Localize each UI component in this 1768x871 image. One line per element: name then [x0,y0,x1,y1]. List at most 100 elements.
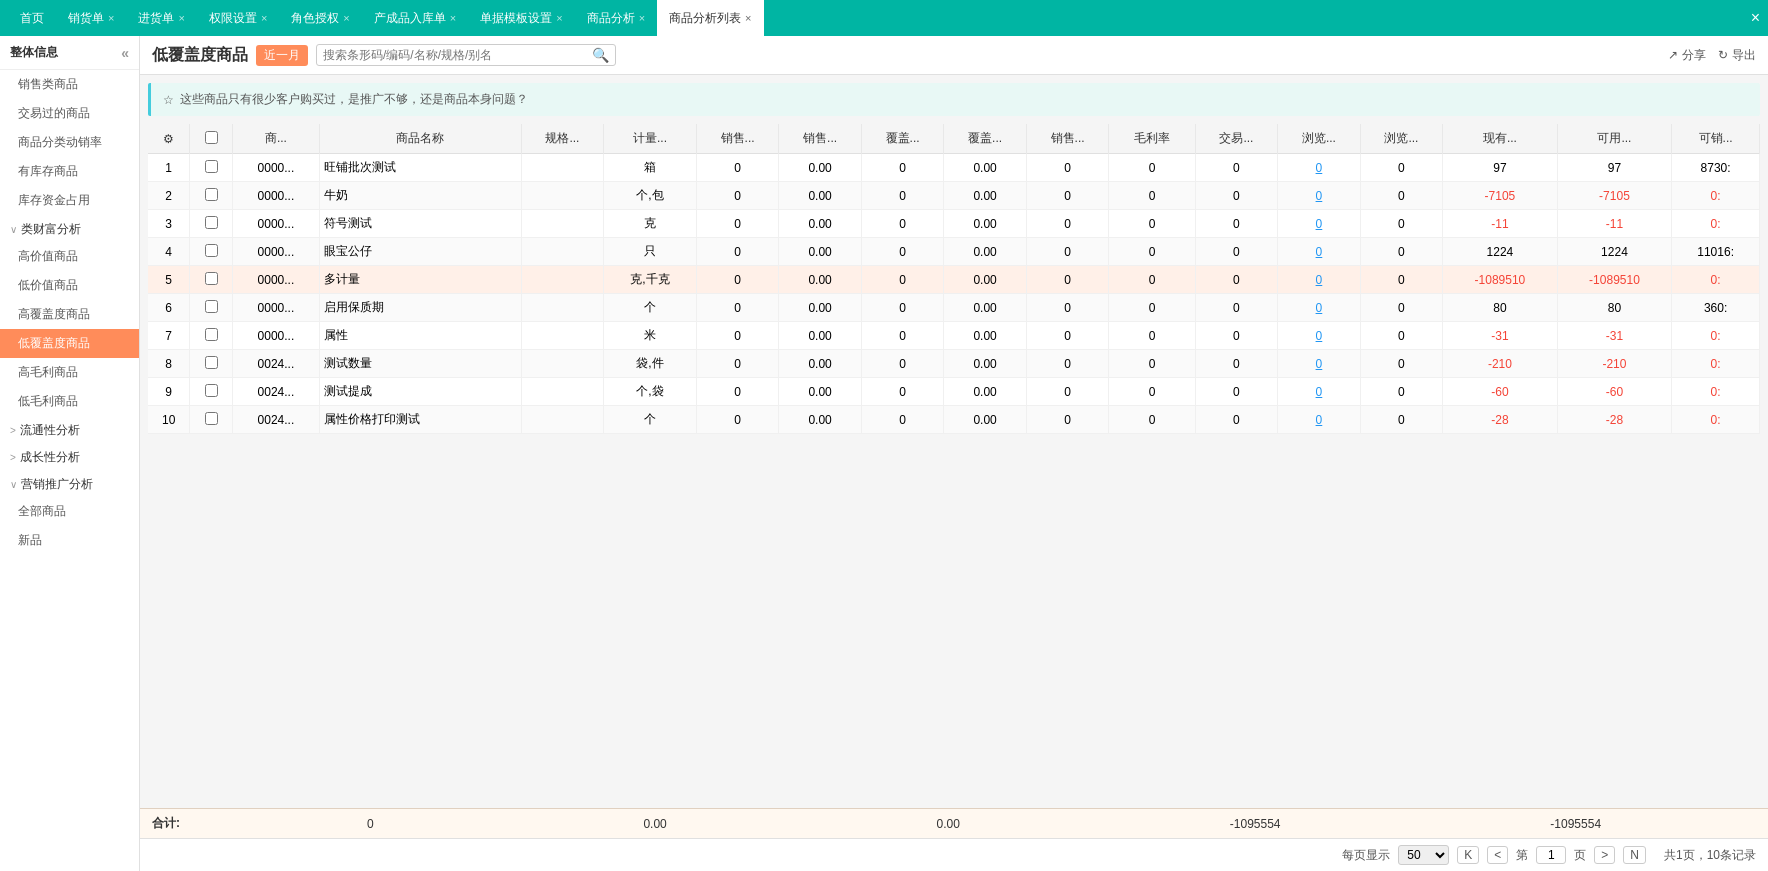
nav-item-purchase[interactable]: 进货单 × [126,0,196,36]
col-sales-amt[interactable]: 销售... [779,124,862,154]
row-select-checkbox[interactable] [205,272,218,285]
browse1-link[interactable]: 0 [1316,329,1323,343]
row-browse1[interactable]: 0 [1278,210,1361,238]
next-page-button[interactable]: > [1594,846,1615,864]
time-filter-button[interactable]: 近一月 [256,45,308,66]
row-select-checkbox[interactable] [205,188,218,201]
sidebar-item-low-margin[interactable]: 低毛利商品 [0,387,139,416]
nav-item-permission[interactable]: 权限设置 × [197,0,279,36]
browse1-link[interactable]: 0 [1316,161,1323,175]
col-coverage2[interactable]: 覆盖... [944,124,1027,154]
window-close-button[interactable]: × [1751,9,1760,27]
nav-item-analysis[interactable]: 商品分析 × [575,0,657,36]
row-browse1[interactable]: 0 [1278,406,1361,434]
col-unit[interactable]: 计量... [604,124,697,154]
browse1-link[interactable]: 0 [1316,301,1323,315]
col-trade[interactable]: 交易... [1195,124,1278,154]
row-checkbox[interactable] [190,406,232,434]
browse1-link[interactable]: 0 [1316,273,1323,287]
sidebar-item-low-coverage[interactable]: 低覆盖度商品 [0,329,139,358]
sidebar-item-low-value[interactable]: 低价值商品 [0,271,139,300]
sidebar-section-growth[interactable]: > 成长性分析 [0,443,139,470]
browse1-link[interactable]: 0 [1316,413,1323,427]
sidebar-item-new-goods[interactable]: 新品 [0,526,139,555]
row-select-checkbox[interactable] [205,244,218,257]
row-checkbox[interactable] [190,322,232,350]
row-select-checkbox[interactable] [205,160,218,173]
sidebar-item-sales-goods[interactable]: 销售类商品 [0,70,139,99]
page-input[interactable] [1536,846,1566,864]
close-icon[interactable]: × [639,12,645,24]
close-icon[interactable]: × [450,12,456,24]
row-checkbox[interactable] [190,182,232,210]
row-checkbox[interactable] [190,238,232,266]
col-settings[interactable]: ⚙ [148,124,190,154]
row-browse1[interactable]: 0 [1278,322,1361,350]
row-browse1[interactable]: 0 [1278,182,1361,210]
sidebar-item-inventory-capital[interactable]: 库存资金占用 [0,186,139,215]
sidebar-collapse-button[interactable]: « [121,45,129,61]
browse1-link[interactable]: 0 [1316,385,1323,399]
row-browse1[interactable]: 0 [1278,294,1361,322]
sidebar-item-traded-goods[interactable]: 交易过的商品 [0,99,139,128]
nav-item-analysis-list[interactable]: 商品分析列表 × [657,0,763,36]
col-browse2[interactable]: 浏览... [1360,124,1443,154]
close-icon[interactable]: × [261,12,267,24]
row-browse1[interactable]: 0 [1278,238,1361,266]
row-browse1[interactable]: 0 [1278,154,1361,182]
row-select-checkbox[interactable] [205,384,218,397]
nav-item-production[interactable]: 产成品入库单 × [362,0,468,36]
row-browse1[interactable]: 0 [1278,266,1361,294]
row-checkbox[interactable] [190,266,232,294]
browse1-link[interactable]: 0 [1316,189,1323,203]
col-sales-qty[interactable]: 销售... [696,124,779,154]
browse1-link[interactable]: 0 [1316,245,1323,259]
row-checkbox[interactable] [190,350,232,378]
nav-item-home[interactable]: 首页 [8,0,56,36]
row-select-checkbox[interactable] [205,412,218,425]
row-browse1[interactable]: 0 [1278,378,1361,406]
row-browse1[interactable]: 0 [1278,350,1361,378]
sidebar-item-high-coverage[interactable]: 高覆盖度商品 [0,300,139,329]
search-input[interactable] [323,48,592,62]
nav-item-template[interactable]: 单据模板设置 × [468,0,574,36]
first-page-button[interactable]: K [1457,846,1479,864]
col-sales3[interactable]: 销售... [1026,124,1109,154]
sidebar-item-stocked-goods[interactable]: 有库存商品 [0,157,139,186]
close-icon[interactable]: × [556,12,562,24]
row-select-checkbox[interactable] [205,216,218,229]
col-gross-rate[interactable]: 毛利率 [1109,124,1195,154]
row-checkbox[interactable] [190,210,232,238]
prev-page-button[interactable]: < [1487,846,1508,864]
col-spec[interactable]: 规格... [521,124,604,154]
sidebar-section-wealth[interactable]: ∨ 类财富分析 [0,215,139,242]
close-icon[interactable]: × [108,12,114,24]
col-coverage1[interactable]: 覆盖... [861,124,944,154]
sidebar-section-circulation[interactable]: > 流通性分析 [0,416,139,443]
sidebar-section-marketing[interactable]: ∨ 营销推广分析 [0,470,139,497]
export-button[interactable]: ↻ 导出 [1718,47,1756,64]
browse1-link[interactable]: 0 [1316,217,1323,231]
sidebar-item-all-goods[interactable]: 全部商品 [0,497,139,526]
browse1-link[interactable]: 0 [1316,357,1323,371]
nav-item-sales[interactable]: 销货单 × [56,0,126,36]
sidebar-item-high-margin[interactable]: 高毛利商品 [0,358,139,387]
col-browse1[interactable]: 浏览... [1278,124,1361,154]
col-saleable[interactable]: 可销... [1672,124,1760,154]
col-name[interactable]: 商品名称 [320,124,521,154]
row-select-checkbox[interactable] [205,300,218,313]
close-icon[interactable]: × [745,12,751,24]
row-checkbox[interactable] [190,378,232,406]
sidebar-item-category-rate[interactable]: 商品分类动销率 [0,128,139,157]
sidebar-item-high-value[interactable]: 高价值商品 [0,242,139,271]
nav-item-role[interactable]: 角色授权 × [279,0,361,36]
row-select-checkbox[interactable] [205,356,218,369]
col-current[interactable]: 现有... [1443,124,1558,154]
row-checkbox[interactable] [190,154,232,182]
page-size-select[interactable]: 50 10 20 100 [1398,845,1449,865]
row-select-checkbox[interactable] [205,328,218,341]
select-all-checkbox[interactable] [205,131,218,144]
col-available[interactable]: 可用... [1557,124,1672,154]
col-code[interactable]: 商... [232,124,320,154]
share-button[interactable]: ↗ 分享 [1668,47,1706,64]
